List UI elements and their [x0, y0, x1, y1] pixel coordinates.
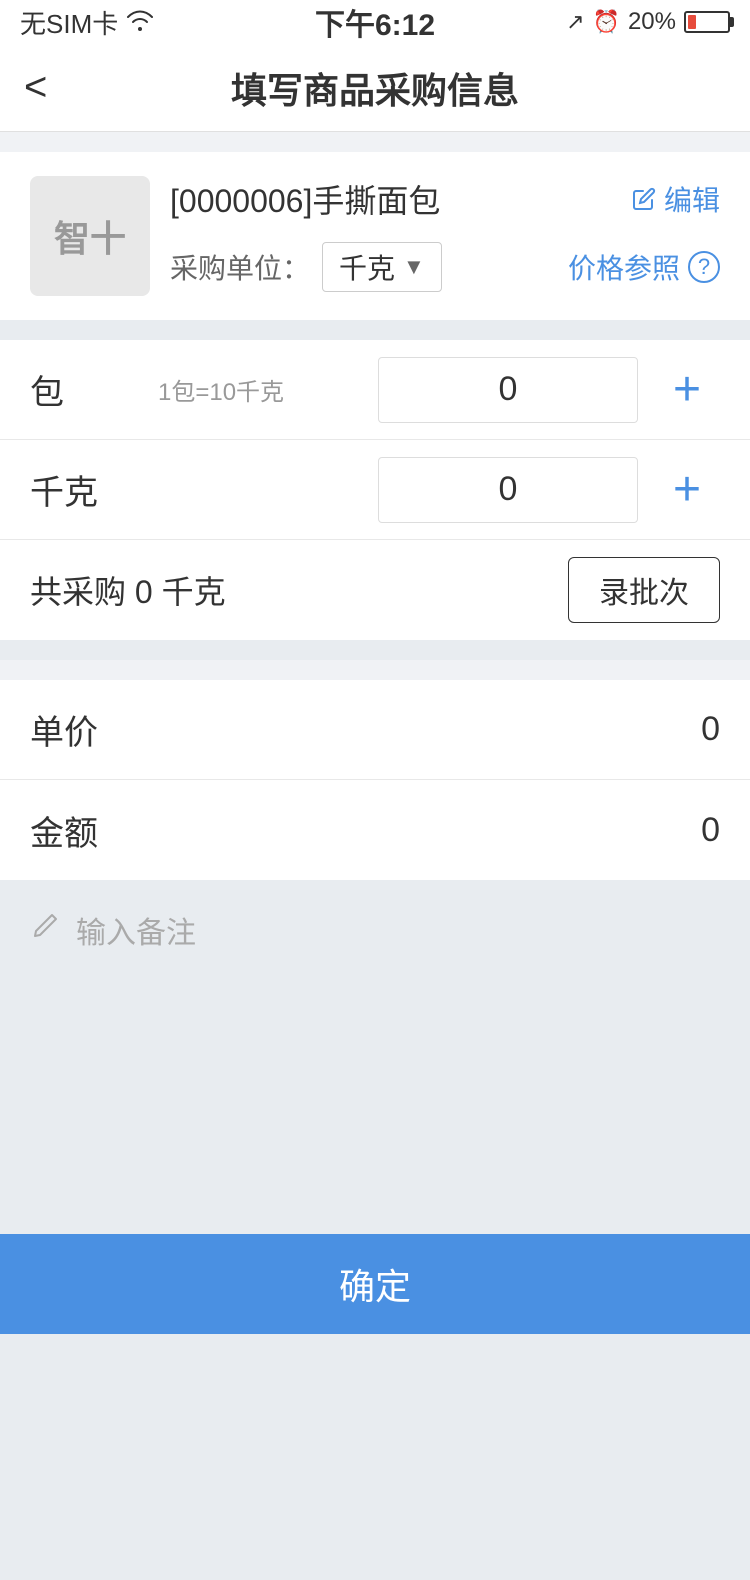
- product-name: [0000006]手撕面包: [170, 176, 440, 222]
- bag-plus-button[interactable]: +: [654, 357, 720, 423]
- unit-select[interactable]: 千克 ▼: [322, 242, 442, 292]
- unit-price-label: 单价: [30, 705, 98, 754]
- product-card: 智十 [0000006]手撕面包 编辑 采购单位： 千克 ▼ 价格参照: [0, 152, 750, 320]
- confirm-button[interactable]: 确定: [0, 1234, 750, 1334]
- kg-qty-input[interactable]: 0: [378, 457, 638, 523]
- summary-row: 共采购 0 千克 录批次: [0, 540, 750, 640]
- product-name-row: [0000006]手撕面包 编辑: [170, 176, 720, 222]
- kg-plus-button[interactable]: +: [654, 457, 720, 523]
- location-icon: ↗: [566, 9, 584, 35]
- bag-input-right: 0 +: [284, 357, 720, 423]
- status-bar: 无SIM卡 下午6:12 ↗ ⏰ 20%: [0, 0, 750, 44]
- amount-label: 金额: [30, 806, 98, 855]
- product-unit-row: 采购单位： 千克 ▼ 价格参照 ?: [170, 242, 720, 292]
- status-right: ↗ ⏰ 20%: [566, 8, 730, 36]
- battery-percent: 20%: [628, 8, 676, 36]
- amount-row: 金额 0: [0, 780, 750, 880]
- price-section: 单价 0 金额 0: [0, 680, 750, 880]
- bag-qty-input[interactable]: 0: [378, 357, 638, 423]
- section-divider-2: [0, 640, 750, 660]
- battery-icon: [684, 11, 730, 33]
- product-logo: 智十: [54, 210, 126, 262]
- alarm-icon: ⏰: [593, 9, 620, 35]
- back-button[interactable]: <: [24, 65, 47, 110]
- amount-value: 0: [701, 811, 720, 850]
- kg-input-row: 千克 0 +: [0, 440, 750, 540]
- product-info: [0000006]手撕面包 编辑 采购单位： 千克 ▼ 价格参照 ?: [170, 176, 720, 292]
- unit-label: 采购单位：: [170, 247, 310, 287]
- bag-input-row: 包 1包=10千克 0 +: [0, 340, 750, 440]
- product-image: 智十: [30, 176, 150, 296]
- pencil-icon: [30, 911, 60, 949]
- bag-label: 包: [30, 365, 150, 414]
- unit-value: 千克: [339, 247, 395, 287]
- edit-link[interactable]: 编辑: [632, 179, 720, 219]
- unit-price-value: 0: [701, 710, 720, 749]
- kg-label: 千克: [30, 465, 150, 514]
- price-ref-label: 价格参照: [568, 247, 680, 287]
- batch-button[interactable]: 录批次: [568, 557, 720, 623]
- bag-sublabel: 1包=10千克: [158, 372, 284, 407]
- chevron-down-icon: ▼: [403, 254, 425, 280]
- status-left: 无SIM卡: [20, 4, 154, 41]
- kg-input-right: 0 +: [150, 457, 720, 523]
- nav-bar: < 填写商品采购信息: [0, 44, 750, 132]
- note-placeholder: 输入备注: [76, 908, 196, 952]
- help-icon: ?: [688, 251, 720, 283]
- wifi-icon: [126, 7, 154, 38]
- section-divider-1: [0, 320, 750, 340]
- input-section: 包 1包=10千克 0 + 千克 0 +: [0, 340, 750, 540]
- summary-text: 共采购 0 千克: [30, 567, 226, 613]
- page-title: 填写商品采购信息: [231, 62, 519, 114]
- carrier-text: 无SIM卡: [20, 4, 118, 41]
- price-ref-button[interactable]: 价格参照 ?: [568, 247, 720, 287]
- note-section[interactable]: 输入备注: [0, 880, 750, 980]
- confirm-button-label: 确定: [339, 1258, 411, 1310]
- unit-price-row: 单价 0: [0, 680, 750, 780]
- status-time: 下午6:12: [315, 0, 435, 44]
